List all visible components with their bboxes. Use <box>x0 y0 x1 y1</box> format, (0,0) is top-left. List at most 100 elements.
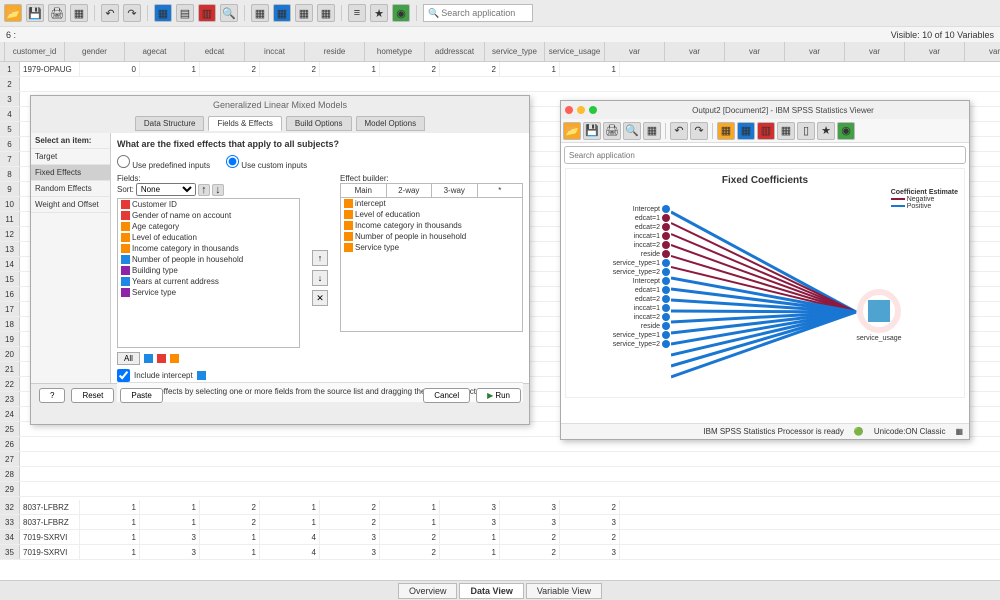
v-t2-icon[interactable]: ▦ <box>737 122 755 140</box>
col-var[interactable]: var <box>905 42 965 61</box>
grid-cell[interactable]: 1 <box>560 62 620 76</box>
grid3-icon[interactable]: ▥ <box>198 4 216 22</box>
v-t3-icon[interactable]: ▥ <box>757 122 775 140</box>
col-edcat[interactable]: edcat <box>185 42 245 61</box>
tab-variableview[interactable]: Variable View <box>526 583 602 599</box>
open-icon[interactable]: 📂 <box>4 4 22 22</box>
move-down-icon[interactable]: ↓ <box>312 270 328 286</box>
v-star-icon[interactable]: ★ <box>817 122 835 140</box>
eb-tab-2way[interactable]: 2-way <box>387 184 433 197</box>
col-var[interactable]: var <box>845 42 905 61</box>
v-grid-icon[interactable]: ▦ <box>643 122 661 140</box>
radio-predefined[interactable]: Use predefined inputs <box>117 155 210 170</box>
run-icon[interactable]: ◉ <box>392 4 410 22</box>
field-item[interactable]: Number of people in household <box>118 254 299 265</box>
field-item[interactable]: Customer ID <box>118 199 299 210</box>
table-row[interactable]: 338037-LFBRZ112121333 <box>0 515 1000 530</box>
col-var[interactable]: var <box>785 42 845 61</box>
viewer-search-input[interactable] <box>564 146 966 164</box>
reset-button[interactable]: Reset <box>71 388 114 403</box>
table-row[interactable]: 328037-LFBRZ112121332 <box>0 500 1000 515</box>
table-row[interactable]: 1 1979-OPAUG 012212211 <box>0 62 1000 77</box>
eb-tab-star[interactable]: * <box>478 184 523 197</box>
include-intercept-check[interactable] <box>117 369 130 382</box>
grid-cell[interactable]: 1 <box>500 62 560 76</box>
run-button[interactable]: Run <box>476 388 521 403</box>
tab-fields-effects[interactable]: Fields & Effects <box>208 116 281 131</box>
cancel-button[interactable]: Cancel <box>423 388 470 403</box>
col-var[interactable]: var <box>605 42 665 61</box>
v-t4-icon[interactable]: ▦ <box>777 122 795 140</box>
paste-button[interactable]: Paste <box>120 388 162 403</box>
tab-dataview[interactable]: Data View <box>459 583 523 599</box>
eb-tab-3way[interactable]: 3-way <box>432 184 478 197</box>
col-service_type[interactable]: service_type <box>485 42 545 61</box>
undo-icon[interactable]: ↶ <box>101 4 119 22</box>
field-item[interactable]: Age category <box>118 221 299 232</box>
col-agecat[interactable]: agecat <box>125 42 185 61</box>
tab-build-options[interactable]: Build Options <box>286 116 352 131</box>
pref-icon[interactable]: ▦ <box>70 4 88 22</box>
col-customer_id[interactable]: customer_id <box>5 42 65 61</box>
effect-item[interactable]: intercept <box>341 198 522 209</box>
field-item[interactable]: Income category in thousands <box>118 243 299 254</box>
filter-ord-icon[interactable] <box>170 354 179 363</box>
chart2-icon[interactable]: ▦ <box>273 4 291 22</box>
v-save-icon[interactable]: 💾 <box>583 122 601 140</box>
grid-cell[interactable]: 0 <box>80 62 140 76</box>
tab-model-options[interactable]: Model Options <box>356 116 426 131</box>
effect-list[interactable]: interceptLevel of educationIncome catego… <box>340 197 523 332</box>
effect-item[interactable]: Income category in thousands <box>341 220 522 231</box>
radio-custom[interactable]: Use custom inputs <box>226 155 307 170</box>
cell-customer-id[interactable]: 1979-OPAUG <box>20 62 80 76</box>
move-up-icon[interactable]: ↑ <box>312 250 328 266</box>
sidebar-item-weight[interactable]: Weight and Offset <box>31 197 110 213</box>
effect-item[interactable]: Level of education <box>341 209 522 220</box>
tab-data-structure[interactable]: Data Structure <box>135 116 205 131</box>
field-item[interactable]: Years at current address <box>118 276 299 287</box>
sidebar-item-random[interactable]: Random Effects <box>31 181 110 197</box>
redo-icon[interactable]: ↷ <box>123 4 141 22</box>
remove-icon[interactable]: ✕ <box>312 290 328 306</box>
v-undo-icon[interactable]: ↶ <box>670 122 688 140</box>
v-find-icon[interactable]: 🔍 <box>623 122 641 140</box>
viewer-titlebar[interactable]: Output2 [Document2] - IBM SPSS Statistic… <box>561 101 969 119</box>
sidebar-item-fixed[interactable]: Fixed Effects <box>31 165 110 181</box>
star-icon[interactable]: ★ <box>370 4 388 22</box>
grid1-icon[interactable]: ▦ <box>154 4 172 22</box>
v-doc-icon[interactable]: ▯ <box>797 122 815 140</box>
fixed-coeff-chart[interactable]: Fixed Coefficients Coefficient Estimate … <box>565 168 965 398</box>
col-service_usage[interactable]: service_usage <box>545 42 605 61</box>
sort-desc-icon[interactable]: ↓ <box>212 184 224 196</box>
grid-cell[interactable]: 2 <box>200 62 260 76</box>
col-var[interactable]: var <box>965 42 1000 61</box>
v-print-icon[interactable]: 🖨 <box>603 122 621 140</box>
close-icon[interactable] <box>565 106 573 114</box>
sort-select[interactable]: None <box>136 183 196 196</box>
v-run-icon[interactable]: ◉ <box>837 122 855 140</box>
v-t1-icon[interactable]: ▦ <box>717 122 735 140</box>
col-addresscat[interactable]: addresscat <box>425 42 485 61</box>
field-item[interactable]: Level of education <box>118 232 299 243</box>
save-icon[interactable]: 💾 <box>26 4 44 22</box>
sort-asc-icon[interactable]: ↑ <box>198 184 210 196</box>
grid-cell[interactable]: 2 <box>260 62 320 76</box>
eb-tab-main[interactable]: Main <box>341 184 387 197</box>
v-redo-icon[interactable]: ↷ <box>690 122 708 140</box>
col-gender[interactable]: gender <box>65 42 125 61</box>
grid-cell[interactable]: 1 <box>140 62 200 76</box>
print-icon[interactable]: 🖨 <box>48 4 66 22</box>
field-item[interactable]: Building type <box>118 265 299 276</box>
grid-cell[interactable]: 1 <box>320 62 380 76</box>
table-row[interactable]: 347019-SXRVI131432122 <box>0 530 1000 545</box>
col-var[interactable]: var <box>725 42 785 61</box>
grid-cell[interactable]: 2 <box>380 62 440 76</box>
col-inccat[interactable]: inccat <box>245 42 305 61</box>
minimize-icon[interactable] <box>577 106 585 114</box>
effect-item[interactable]: Service type <box>341 242 522 253</box>
chart1-icon[interactable]: ▦ <box>251 4 269 22</box>
grid2-icon[interactable]: ▤ <box>176 4 194 22</box>
search-input[interactable] <box>441 8 528 18</box>
all-button[interactable]: All <box>117 352 140 365</box>
col-var[interactable]: var <box>665 42 725 61</box>
